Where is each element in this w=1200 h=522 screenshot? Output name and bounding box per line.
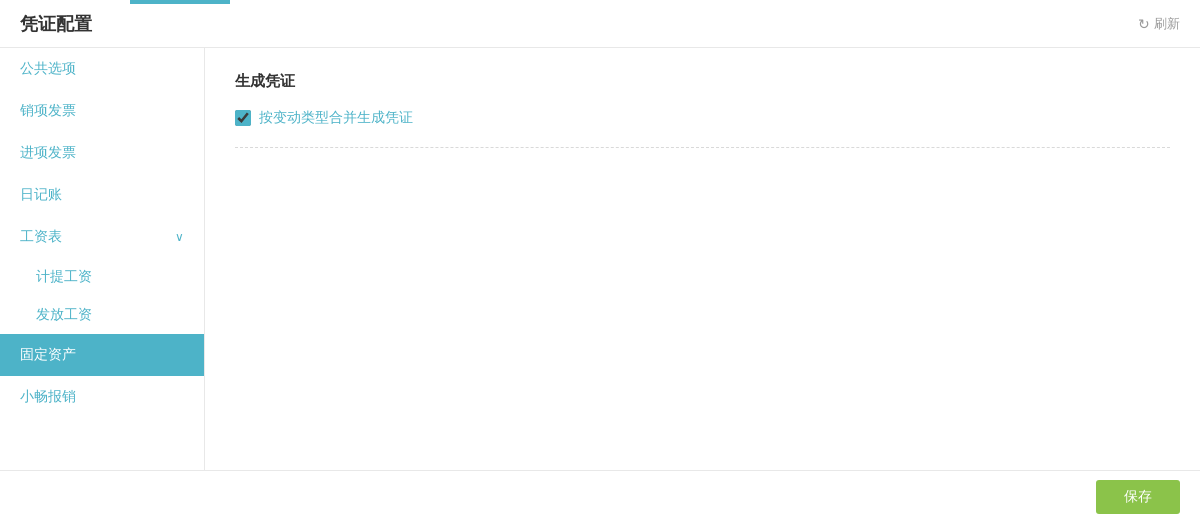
checkbox-label[interactable]: 按变动类型合并生成凭证 [259,109,413,127]
sidebar-item-sales-invoice[interactable]: 销项发票 [0,90,204,132]
sidebar-item-journal[interactable]: 日记账 [0,174,204,216]
sidebar-item-label: 日记账 [20,186,62,204]
sidebar-item-payroll-table[interactable]: 工资表 ∨ [0,216,204,258]
section-divider [235,147,1170,148]
sidebar-item-label: 销项发票 [20,102,76,120]
sidebar-item-label: 进项发票 [20,144,76,162]
page-header: 凭证配置 ↻ 刷新 [0,0,1200,48]
sidebar-item-payroll-accrual[interactable]: 计提工资 [0,258,204,296]
refresh-label: 刷新 [1154,15,1180,33]
chevron-down-icon: ∨ [175,230,184,244]
sidebar-item-label: 工资表 [20,228,62,246]
checkbox-row: 按变动类型合并生成凭证 [235,109,1170,127]
page-title: 凭证配置 [20,12,92,36]
sidebar-item-public-options[interactable]: 公共选项 [0,48,204,90]
merge-by-type-checkbox[interactable] [235,110,251,126]
sidebar-item-label: 公共选项 [20,60,76,78]
sidebar-item-payroll-release[interactable]: 发放工资 [0,296,204,334]
save-button[interactable]: 保存 [1096,480,1180,514]
sidebar: 公共选项 销项发票 进项发票 日记账 工资表 ∨ 计提工资 发放工资 固定资 [0,48,205,470]
page-wrapper: 凭证配置 ↻ 刷新 公共选项 销项发票 进项发票 日记账 工资表 ∨ [0,0,1200,522]
refresh-icon: ↻ [1138,16,1150,32]
page-body: 公共选项 销项发票 进项发票 日记账 工资表 ∨ 计提工资 发放工资 固定资 [0,48,1200,470]
sidebar-item-label: 固定资产 [20,346,76,364]
page-footer: 保存 [0,470,1200,522]
top-indicator [130,0,230,4]
refresh-button[interactable]: ↻ 刷新 [1138,15,1180,33]
sidebar-item-purchase-invoice[interactable]: 进项发票 [0,132,204,174]
sidebar-item-expense-claim[interactable]: 小畅报销 [0,376,204,418]
sidebar-item-label: 计提工资 [36,268,92,286]
sidebar-item-label: 小畅报销 [20,388,76,406]
sidebar-item-fixed-assets[interactable]: 固定资产 [0,334,204,376]
section-title: 生成凭证 [235,72,1170,91]
main-content: 生成凭证 按变动类型合并生成凭证 [205,48,1200,470]
sidebar-item-label: 发放工资 [36,306,92,324]
